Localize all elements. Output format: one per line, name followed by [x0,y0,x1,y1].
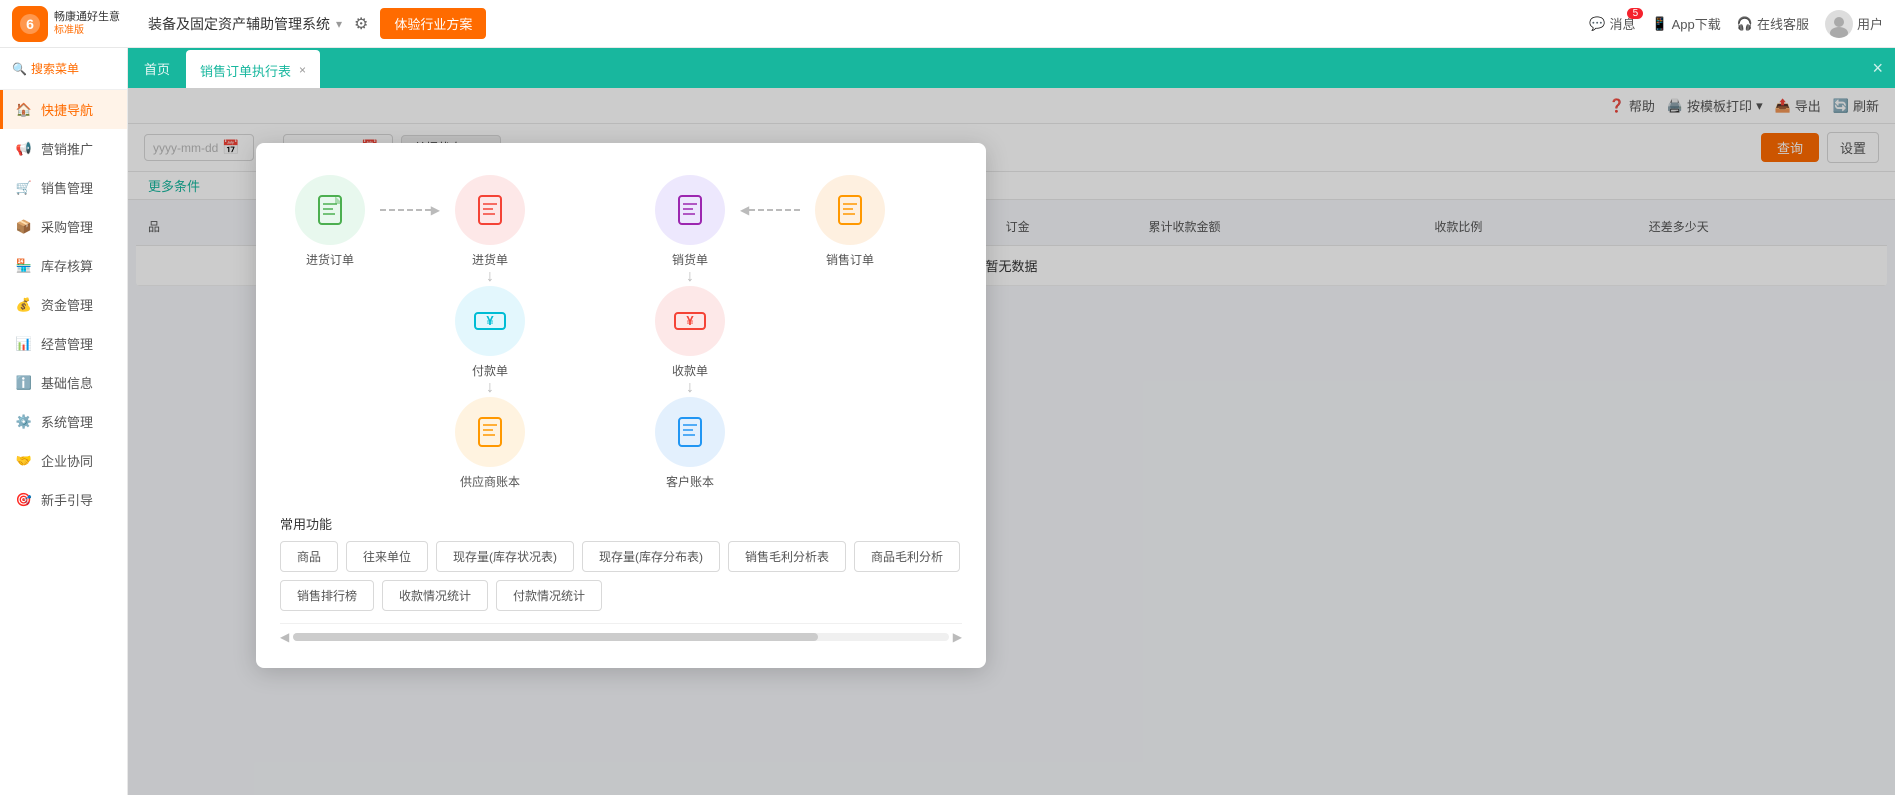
operation-icon: 📊 [15,335,33,353]
sidebar-item-marketing[interactable]: 📢 营销推广 [0,129,127,168]
system-title: 装备及固定资产辅助管理系统 ▾ ⚙ [148,14,368,34]
sidebar-item-basic[interactable]: ℹ️ 基础信息 [0,363,127,402]
modal-overlay: 进货订单 ▶ 进货单 [128,88,1895,795]
message-icon: 💬 [1589,16,1605,32]
system-title-text: 装备及固定资产辅助管理系统 [148,14,330,34]
modal-scrollbar: ◀ ▶ [280,623,962,644]
content-area: 首页 销售订单执行表 × × ❓ 帮助 [128,48,1895,795]
flow-node-payment[interactable]: ¥ 付款单 [440,286,540,379]
sidebar-item-quick-nav[interactable]: 🏠 快捷导航 [0,90,127,129]
logo-icon: 6 [12,6,48,42]
tab-bar: 首页 销售订单执行表 × × [128,48,1895,88]
func-btn-product[interactable]: 商品 [280,541,338,572]
sidebar-item-inventory[interactable]: 🏪 库存核算 [0,246,127,285]
func-btn-stock-dist[interactable]: 现存量(库存分布表) [582,541,720,572]
basic-icon: ℹ️ [15,374,33,392]
marketing-icon: 📢 [15,140,33,158]
dropdown-icon[interactable]: ▾ [336,17,342,31]
message-badge: 5 [1627,8,1643,19]
app-download-action[interactable]: 📱 App下载 [1651,14,1720,33]
flow-node-customer-account[interactable]: 客户账本 [640,397,740,490]
func-btn-sales-margin[interactable]: 销售毛利分析表 [728,541,846,572]
flow-node-supplier-account[interactable]: 供应商账本 [440,397,540,490]
sidebar-item-sales[interactable]: 🛒 销售管理 [0,168,127,207]
experience-btn[interactable]: 体验行业方案 [380,8,486,39]
sidebar-item-enterprise[interactable]: 🤝 企业协同 [0,441,127,480]
scroll-thumb [293,633,817,641]
svg-text:¥: ¥ [486,313,494,328]
sidebar-item-operation[interactable]: 📊 经营管理 [0,324,127,363]
flow-node-sale-bill[interactable]: 销货单 [640,175,740,268]
scroll-track[interactable] [293,633,949,641]
quick-nav-modal: 进货订单 ▶ 进货单 [256,143,986,668]
sidebar-item-purchase[interactable]: 📦 采购管理 [0,207,127,246]
common-funcs-title: 常用功能 [280,514,962,533]
top-bar: 6 畅康通好生意 标准版 装备及固定资产辅助管理系统 ▾ ⚙ 体验行业方案 💬 … [0,0,1895,48]
system-icon: ⚙️ [15,413,33,431]
scroll-right-icon[interactable]: ▶ [953,630,962,644]
sidebar-item-system[interactable]: ⚙️ 系统管理 [0,402,127,441]
flow-node-receipt[interactable]: ¥ 收款单 [640,286,740,379]
svg-text:¥: ¥ [686,313,694,328]
common-funcs: 常用功能 商品 往来单位 现存量(库存状况表) 现存量(库存分布表) 销售毛利分… [280,514,962,611]
top-bar-right: 💬 消息 5 📱 App下载 🎧 在线客服 用户 [1589,10,1883,38]
flow-node-purchase-order[interactable]: 进货订单 [280,175,380,268]
func-btn-sales-rank[interactable]: 销售排行榜 [280,580,374,611]
func-btn-payment-stats[interactable]: 付款情况统计 [496,580,602,611]
search-label: 搜索菜单 [31,60,79,77]
logo-text: 畅康通好生意 标准版 [54,10,120,37]
user-action[interactable]: 用户 [1825,10,1883,38]
settings-icon[interactable]: ⚙ [354,14,368,34]
scroll-left-icon[interactable]: ◀ [280,630,289,644]
func-btn-partner[interactable]: 往来单位 [346,541,428,572]
func-btn-product-margin[interactable]: 商品毛利分析 [854,541,960,572]
func-btn-receipt-stats[interactable]: 收款情况统计 [382,580,488,611]
enterprise-icon: 🤝 [15,452,33,470]
guide-icon: 🎯 [15,491,33,509]
quick-nav-icon: 🏠 [15,101,33,119]
sidebar-item-finance[interactable]: 💰 资金管理 [0,285,127,324]
sidebar: 🔍 搜索菜单 🏠 快捷导航 📢 营销推广 🛒 销售管理 📦 采购管理 [0,48,128,795]
finance-icon: 💰 [15,296,33,314]
tab-bar-right: × [1872,58,1895,79]
func-row-1: 商品 往来单位 现存量(库存状况表) 现存量(库存分布表) 销售毛利分析表 商品… [280,541,962,572]
tab-sales-order[interactable]: 销售订单执行表 × [186,50,320,90]
svg-text:6: 6 [26,16,34,32]
func-btn-stock-status[interactable]: 现存量(库存状况表) [436,541,574,572]
tab-close-icon[interactable]: × [299,63,306,77]
func-row-2: 销售排行榜 收款情况统计 付款情况统计 [280,580,962,611]
message-action[interactable]: 💬 消息 5 [1589,14,1635,33]
purchase-icon: 📦 [15,218,33,236]
search-icon: 🔍 [12,62,27,76]
online-service-action[interactable]: 🎧 在线客服 [1737,14,1809,33]
avatar [1825,10,1853,38]
sidebar-search[interactable]: 🔍 搜索菜单 [0,48,127,90]
headset-icon: 🎧 [1737,16,1753,32]
flow-node-purchase-bill[interactable]: 进货单 [440,175,540,268]
flow-node-sale-order[interactable]: 销售订单 [800,175,900,268]
close-all-button[interactable]: × [1872,58,1883,79]
download-icon: 📱 [1651,16,1667,32]
logo-area: 6 畅康通好生意 标准版 [12,6,140,42]
tab-home[interactable]: 首页 [128,48,186,88]
sidebar-item-guide[interactable]: 🎯 新手引导 [0,480,127,519]
inventory-icon: 🏪 [15,257,33,275]
sales-icon: 🛒 [15,179,33,197]
tab-content: ❓ 帮助 🖨️ 按模板打印 ▾ 📤 导出 � [128,88,1895,795]
